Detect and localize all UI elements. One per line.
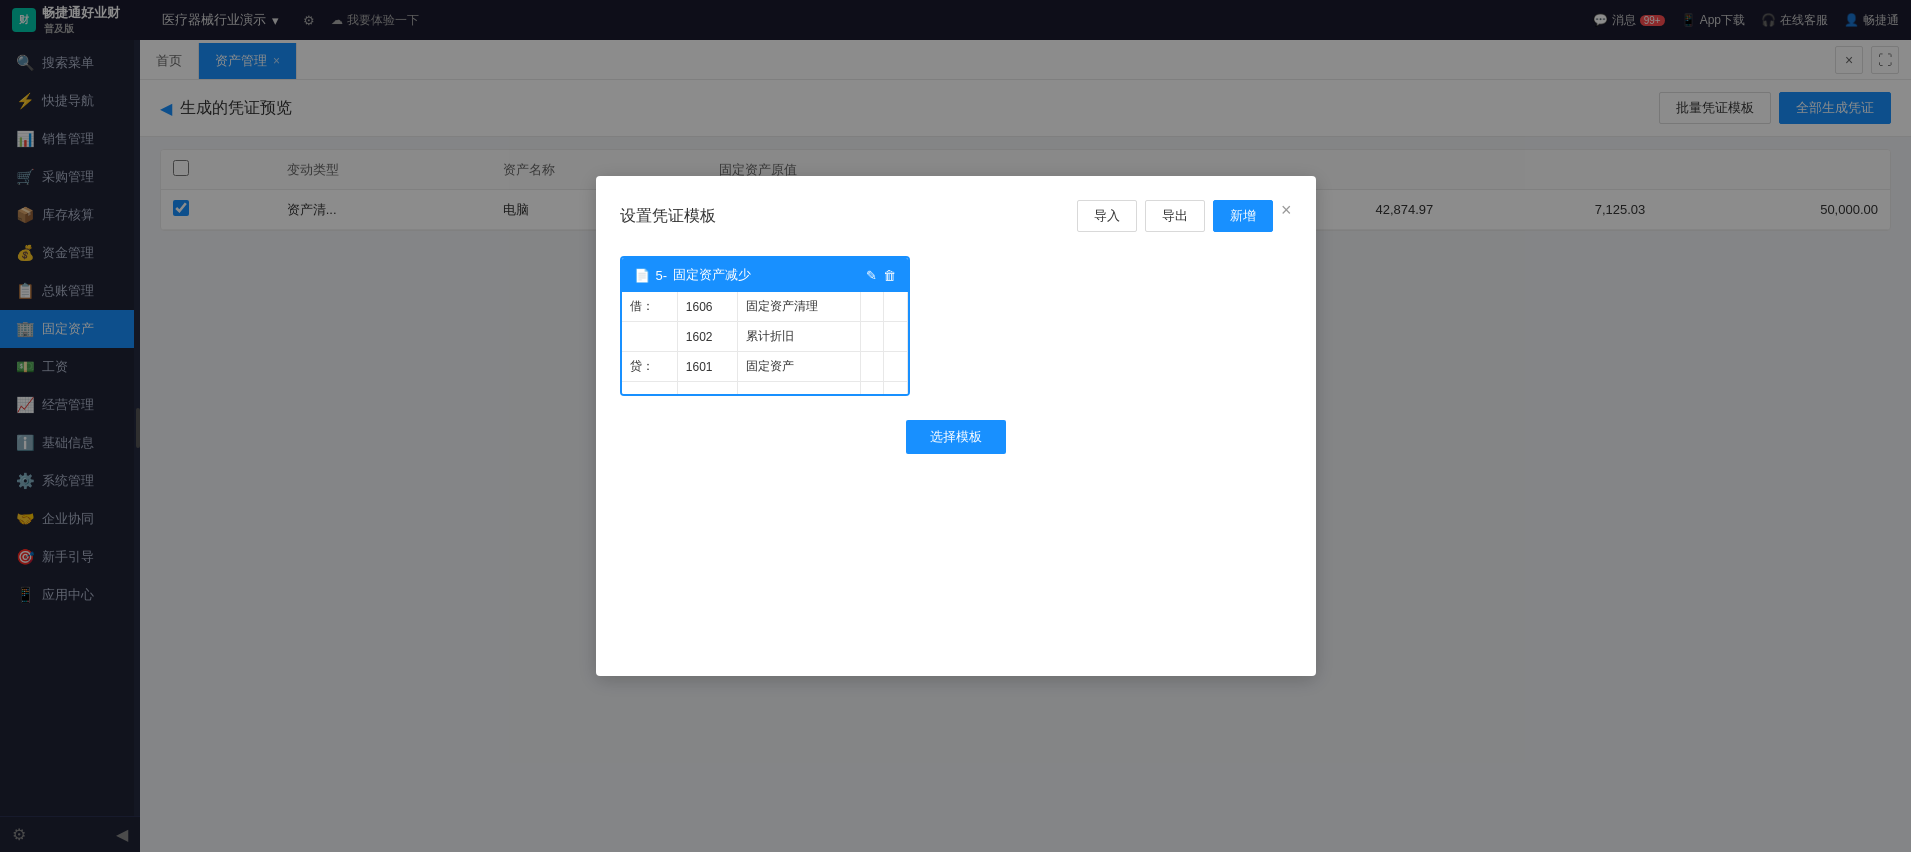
template-card-actions: ✎ 🗑: [866, 268, 896, 283]
amount-col-1: [860, 292, 883, 322]
extra-col-1: [884, 292, 907, 322]
account-code-2: 1602: [677, 322, 737, 352]
debit-label-1: 借：: [622, 292, 678, 322]
account-code-3: 1601: [677, 352, 737, 382]
account-code-4: [677, 382, 737, 395]
credit-label-3: 贷：: [622, 352, 678, 382]
modal-close-btn[interactable]: ×: [1281, 200, 1292, 232]
amount-col-2: [860, 322, 883, 352]
new-btn[interactable]: 新增: [1213, 200, 1273, 232]
modal-action-buttons: 导入 导出 新增 ×: [1077, 200, 1292, 232]
template-number: 5-: [656, 268, 668, 283]
choose-template-btn[interactable]: 选择模板: [906, 420, 1006, 454]
debit-label-2: [622, 322, 678, 352]
extra-col-3: [884, 352, 907, 382]
account-name-2: 累计折旧: [738, 322, 861, 352]
modal-body: 📄 5-固定资产减少 ✎ 🗑 借： 1606 固: [620, 256, 1292, 454]
amount-col-3: [860, 352, 883, 382]
modal-overlay[interactable]: 设置凭证模板 导入 导出 新增 × 📄 5- 固定资产减少 ✎ 🗑: [0, 0, 1911, 852]
template-row-3: 贷： 1601 固定资产: [622, 352, 908, 382]
account-name-3: 固定资产: [738, 352, 861, 382]
modal-title: 设置凭证模板: [620, 206, 716, 227]
template-card-body: 借： 1606 固定资产清理 1602 累计折旧: [622, 292, 908, 394]
modal-header: 设置凭证模板 导入 导出 新增 ×: [620, 200, 1292, 232]
template-card-header: 📄 5- 固定资产减少 ✎ 🗑: [622, 258, 908, 292]
template-card-title: 📄 5- 固定资产减少: [634, 266, 752, 284]
voucher-template-modal: 设置凭证模板 导入 导出 新增 × 📄 5- 固定资产减少 ✎ 🗑: [596, 176, 1316, 676]
import-btn[interactable]: 导入: [1077, 200, 1137, 232]
template-row-1: 借： 1606 固定资产清理: [622, 292, 908, 322]
account-name-4: [738, 382, 861, 395]
choose-template-area: 选择模板: [620, 420, 1292, 454]
empty-label-4: [622, 382, 678, 395]
account-name-1: 固定资产清理: [738, 292, 861, 322]
template-row-4: [622, 382, 908, 395]
amount-col-4: [860, 382, 883, 395]
extra-col-2: [884, 322, 907, 352]
template-card: 📄 5-固定资产减少 ✎ 🗑 借： 1606 固: [620, 256, 910, 396]
template-accounts-table: 借： 1606 固定资产清理 1602 累计折旧: [622, 292, 908, 394]
template-delete-icon[interactable]: 🗑: [883, 268, 896, 283]
template-row-2: 1602 累计折旧: [622, 322, 908, 352]
export-btn[interactable]: 导出: [1145, 200, 1205, 232]
extra-col-4: [884, 382, 907, 395]
template-name: 固定资产减少: [673, 266, 751, 284]
account-code-1: 1606: [677, 292, 737, 322]
template-edit-icon[interactable]: ✎: [866, 268, 877, 283]
template-doc-icon: 📄: [634, 268, 650, 283]
